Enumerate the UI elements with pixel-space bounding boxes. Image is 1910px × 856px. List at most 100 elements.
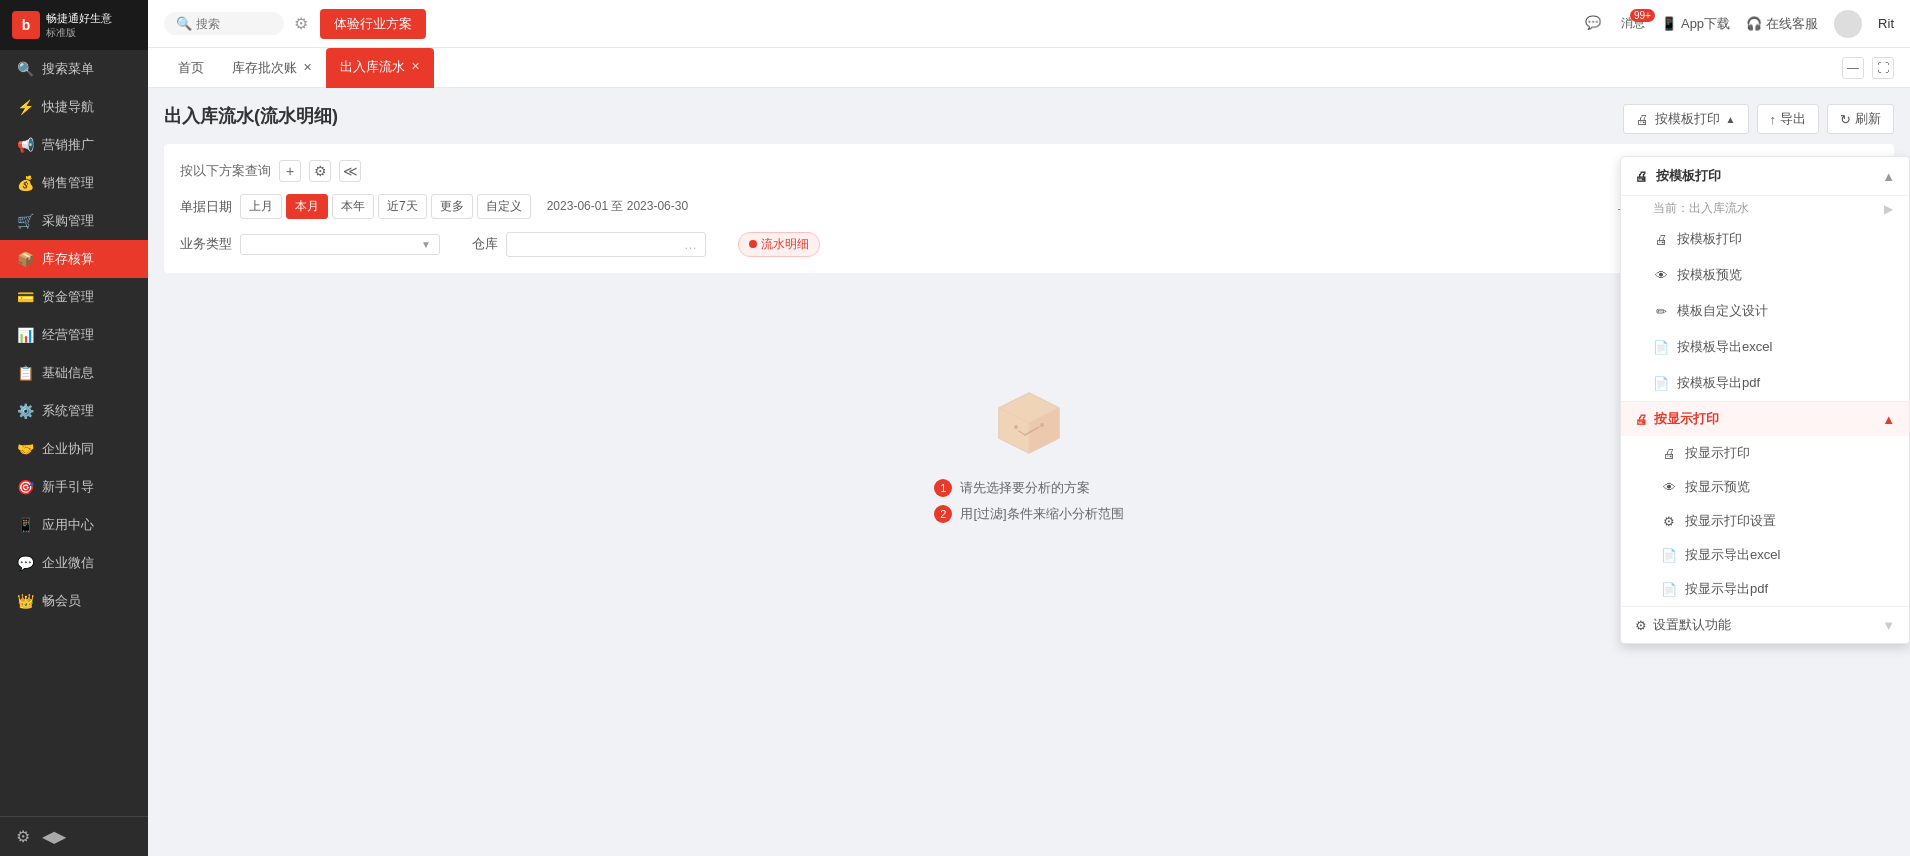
sidebar-label-search: 搜索菜单 xyxy=(42,60,94,78)
tabs-right: — ⛶ xyxy=(1842,57,1894,79)
step-num-1: 1 xyxy=(934,479,952,497)
sidebar-item-cooperation[interactable]: 🤝 企业协同 xyxy=(0,430,148,468)
search-input[interactable] xyxy=(196,17,276,31)
sidebar-item-marketing[interactable]: 📢 营销推广 xyxy=(0,126,148,164)
dp-item-template-print[interactable]: 🖨 按模板打印 xyxy=(1621,221,1909,257)
dp-footer-label: 设置默认功能 xyxy=(1653,616,1731,634)
sidebar-item-purchase[interactable]: 🛒 采购管理 xyxy=(0,202,148,240)
app-download-btn[interactable]: 📱 App下载 xyxy=(1661,15,1730,33)
search-icon: 🔍 xyxy=(16,60,34,78)
warehouse-select[interactable]: … xyxy=(506,232,706,257)
topbar-search[interactable]: 🔍 xyxy=(164,12,284,35)
print-dropdown-panel: 🖨 按模板打印 ▲ 当前：出入库流水 ▶ 🖨 按模板打印 👁 按模板预览 xyxy=(1620,156,1910,644)
industry-btn[interactable]: 体验行业方案 xyxy=(320,9,426,39)
filter-add-btn[interactable]: + xyxy=(279,160,301,182)
sidebar-item-operation[interactable]: 📊 经营管理 xyxy=(0,316,148,354)
tab-batch[interactable]: 库存批次账 ✕ xyxy=(218,48,326,88)
topbar-left: 🔍 ⚙ 体验行业方案 xyxy=(164,9,1585,39)
sidebar-item-system[interactable]: ⚙️ 系统管理 xyxy=(0,392,148,430)
template-custom-label: 模板自定义设计 xyxy=(1677,302,1768,320)
sidebar-item-inventory[interactable]: 📦 库存核算 xyxy=(0,240,148,278)
message-icon-btn[interactable]: 💬 99+ 消息 xyxy=(1585,15,1645,32)
export-btn[interactable]: ↑ 导出 xyxy=(1757,104,1820,134)
display-print-icon: 🖨 xyxy=(1661,445,1677,461)
tab-flow[interactable]: 出入库流水 ✕ xyxy=(326,48,434,88)
dp-item-template-preview[interactable]: 👁 按模板预览 xyxy=(1621,257,1909,293)
sidebar-settings-icon[interactable]: ⚙ xyxy=(16,827,30,846)
refresh-btn[interactable]: ↻ 刷新 xyxy=(1827,104,1894,134)
sidebar-label-guide: 新手引导 xyxy=(42,478,94,496)
dp-collapse-arrow[interactable]: ▲ xyxy=(1882,169,1895,184)
dp-current-label: 当前：出入库流水 xyxy=(1653,200,1749,217)
empty-step-2: 2 用[过滤]条件来缩小分析范围 xyxy=(934,505,1123,523)
filter-tag: 流水明细 xyxy=(738,232,820,257)
dp-display-header[interactable]: 🖨 按显示打印 ▲ xyxy=(1621,402,1909,436)
refresh-icon: ↻ xyxy=(1840,112,1851,127)
business-type-select[interactable]: ▼ xyxy=(240,234,440,255)
sidebar-label-purchase: 采购管理 xyxy=(42,212,94,230)
display-print-header-icon: 🖨 xyxy=(1635,412,1648,427)
sidebar-item-search[interactable]: 🔍 搜索菜单 xyxy=(0,50,148,88)
settings-gear-icon[interactable]: ⚙ xyxy=(294,14,308,33)
tab-flow-label: 出入库流水 xyxy=(340,58,405,76)
template-print-label: 按模板打印 xyxy=(1677,230,1742,248)
empty-steps: 1 请先选择要分析的方案 2 用[过滤]条件来缩小分析范围 xyxy=(934,479,1123,523)
dp-item-template-export-excel[interactable]: 📄 按模板导出excel xyxy=(1621,329,1909,365)
sidebar-collapse-icon[interactable]: ◀▶ xyxy=(42,827,66,846)
svg-point-7 xyxy=(1040,423,1044,427)
date-btn-this-month[interactable]: 本月 xyxy=(286,194,328,219)
content-area: 出入库流水(流水明细) 🖨 按模板打印 ▲ ↑ 导出 ↻ 刷新 按以下方案查询 … xyxy=(148,88,1910,856)
dp-item-display-export-pdf[interactable]: 📄 按显示导出pdf xyxy=(1621,572,1909,606)
user-avatar[interactable] xyxy=(1834,10,1862,38)
content-action-bar: 🖨 按模板打印 ▲ ↑ 导出 ↻ 刷新 xyxy=(1623,104,1894,134)
sidebar-item-wechat[interactable]: 💬 企业微信 xyxy=(0,544,148,582)
step-num-2: 2 xyxy=(934,505,952,523)
logo-icon: b xyxy=(12,11,40,39)
tab-home[interactable]: 首页 xyxy=(164,48,218,88)
template-export-excel-label: 按模板导出excel xyxy=(1677,338,1772,356)
dp-item-display-export-excel[interactable]: 📄 按显示导出excel xyxy=(1621,538,1909,572)
date-btn-7days[interactable]: 近7天 xyxy=(378,194,427,219)
sidebar-item-member[interactable]: 👑 畅会员 xyxy=(0,582,148,620)
tab-batch-close[interactable]: ✕ xyxy=(303,61,312,74)
date-btn-custom[interactable]: 自定义 xyxy=(477,194,531,219)
date-btn-last-month[interactable]: 上月 xyxy=(240,194,282,219)
dp-item-display-print[interactable]: 🖨 按显示打印 xyxy=(1621,436,1909,470)
dp-item-display-print-settings[interactable]: ⚙ 按显示打印设置 xyxy=(1621,504,1909,538)
sidebar-item-apps[interactable]: 📱 应用中心 xyxy=(0,506,148,544)
date-btn-this-year[interactable]: 本年 xyxy=(332,194,374,219)
dp-item-display-preview[interactable]: 👁 按显示预览 xyxy=(1621,470,1909,504)
print-template-btn[interactable]: 🖨 按模板打印 ▲ xyxy=(1623,104,1749,134)
dp-current-arrow[interactable]: ▶ xyxy=(1884,202,1893,216)
dp-footer[interactable]: ⚙ 设置默认功能 ▼ xyxy=(1621,607,1909,643)
filter-collapse-btn[interactable]: ≪ xyxy=(339,160,361,182)
online-service-label: 在线客服 xyxy=(1766,15,1818,33)
sidebar-item-quick-nav[interactable]: ⚡ 快捷导航 xyxy=(0,88,148,126)
export-icon: ↑ xyxy=(1770,112,1777,127)
dp-item-template-custom[interactable]: ✏ 模板自定义设计 xyxy=(1621,293,1909,329)
sidebar: b 畅捷通好生意 标准版 🔍 搜索菜单 ⚡ 快捷导航 📢 营销推广 💰 销售管理… xyxy=(0,0,148,856)
sidebar-item-finance[interactable]: 💳 资金管理 xyxy=(0,278,148,316)
dp-display-arrow[interactable]: ▲ xyxy=(1882,412,1895,427)
tab-minimize-btn[interactable]: — xyxy=(1842,57,1864,79)
sidebar-item-basic[interactable]: 📋 基础信息 xyxy=(0,354,148,392)
filter-settings-btn[interactable]: ⚙ xyxy=(309,160,331,182)
template-custom-icon: ✏ xyxy=(1653,303,1669,319)
sidebar-label-wechat: 企业微信 xyxy=(42,554,94,572)
message-badge: 99+ xyxy=(1630,9,1655,22)
sidebar-item-guide[interactable]: 🎯 新手引导 xyxy=(0,468,148,506)
topbar: 🔍 ⚙ 体验行业方案 💬 99+ 消息 📱 App下载 🎧 在线客服 Rit xyxy=(148,0,1910,48)
online-service-btn[interactable]: 🎧 在线客服 xyxy=(1746,15,1818,33)
tab-maximize-btn[interactable]: ⛶ xyxy=(1872,57,1894,79)
dp-footer-icon: ⚙ xyxy=(1635,618,1647,633)
date-btn-more[interactable]: 更多 xyxy=(431,194,473,219)
sidebar-label-apps: 应用中心 xyxy=(42,516,94,534)
display-print-header-label: 按显示打印 xyxy=(1654,410,1719,428)
dp-item-template-export-pdf[interactable]: 📄 按模板导出pdf xyxy=(1621,365,1909,401)
warehouse-label: 仓库 xyxy=(472,235,498,253)
tag-label: 流水明细 xyxy=(761,236,809,253)
dp-footer-arrow[interactable]: ▼ xyxy=(1882,618,1895,633)
warehouse-more[interactable]: … xyxy=(684,237,697,252)
sidebar-item-sales[interactable]: 💰 销售管理 xyxy=(0,164,148,202)
tab-flow-close[interactable]: ✕ xyxy=(411,60,420,73)
